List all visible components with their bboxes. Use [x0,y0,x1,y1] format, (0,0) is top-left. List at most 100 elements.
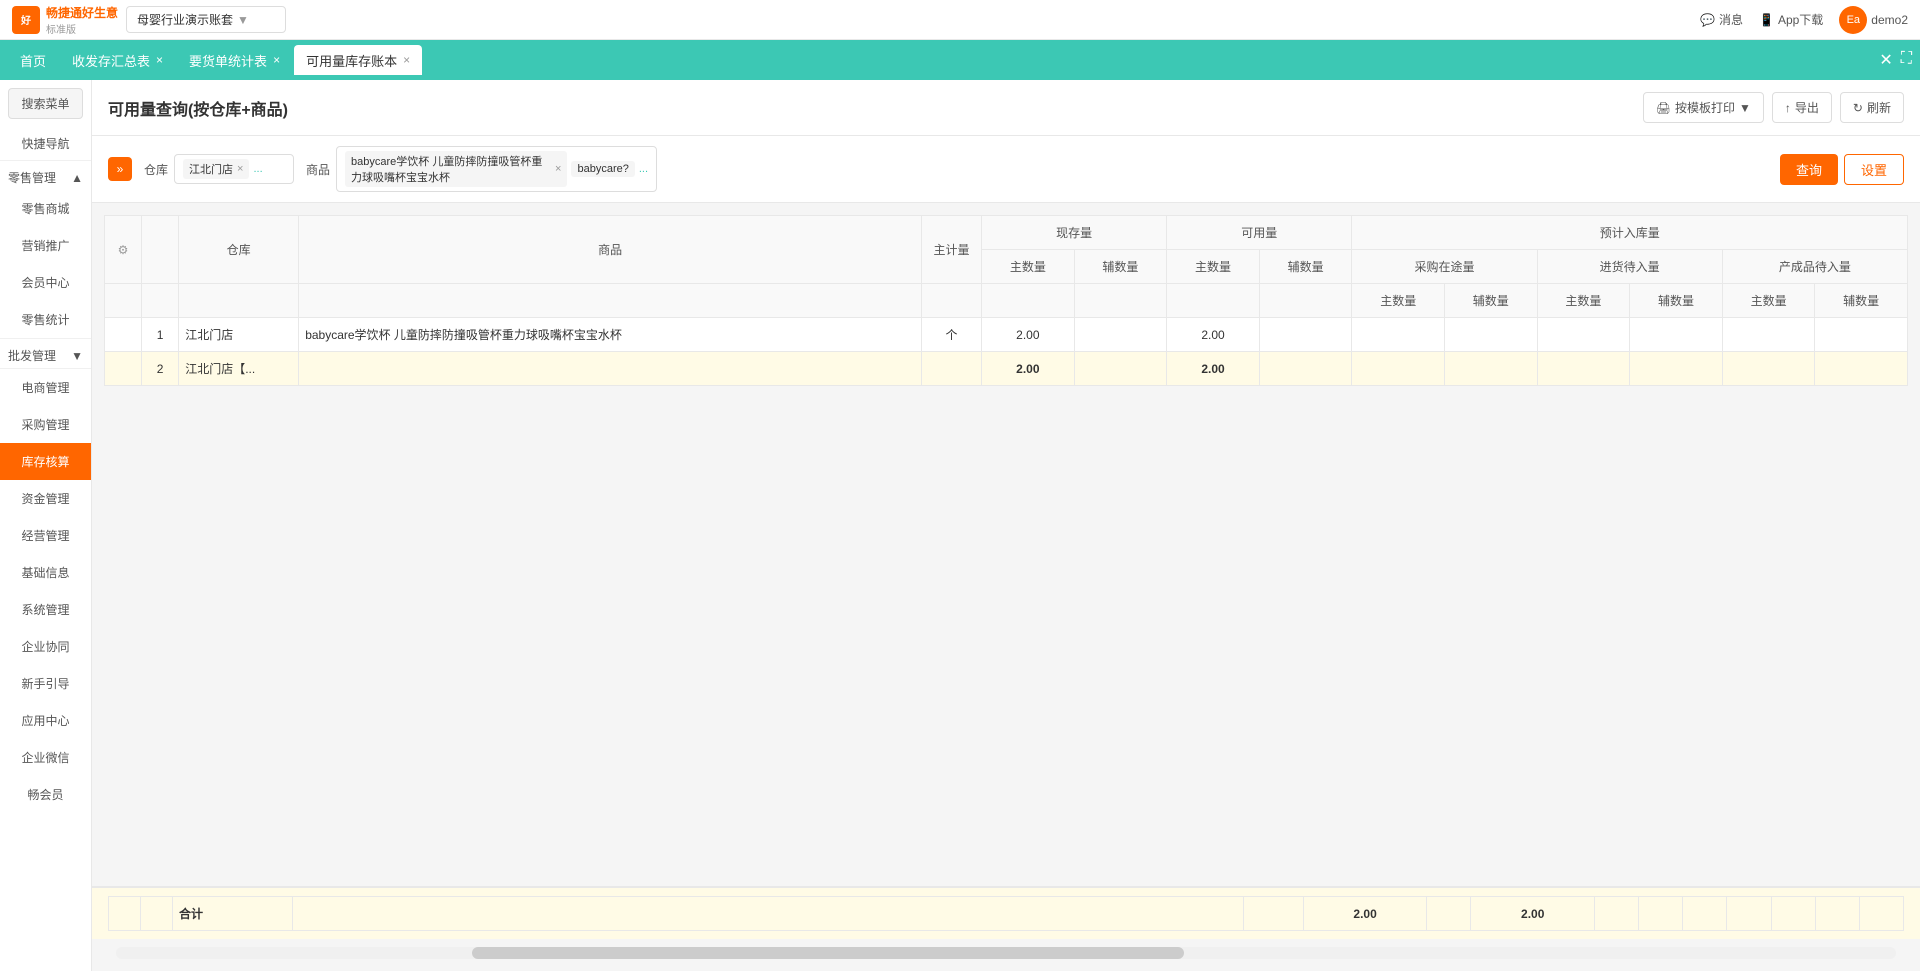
th-available-aux-qty: 辅数量 [1259,250,1352,284]
print-icon: 🖨 [1656,101,1671,115]
sidebar-item-app-center[interactable]: 应用中心 [0,702,91,739]
sidebar-item-retail-stats[interactable]: 零售统计 [0,301,91,338]
product-tags-container[interactable]: babycare学饮杯 儿童防摔防撞吸管杯重力球吸嘴杯宝宝水杯 × babyca… [336,146,657,192]
td-rowno-2: 2 [142,352,179,386]
th-sub-pur-aux: 辅数量 [1445,284,1538,318]
td-fin-main-1 [1722,318,1815,352]
tab-close-order-stats[interactable]: × [273,53,280,67]
sidebar-item-ecommerce[interactable]: 电商管理 [0,369,91,406]
tab-close-available-stock[interactable]: × [403,53,410,67]
sidebar-item-member[interactable]: 畅会员 [0,776,91,813]
tab-available-stock[interactable]: 可用量库存账本 × [294,45,422,75]
page-actions: 🖨 按模板打印 ▼ ↑ 导出 ↻ 刷新 [1643,92,1904,123]
td-warehouse-1: 江北门店 [179,318,299,352]
sidebar-item-inventory-check[interactable]: 库存核算 [0,443,91,480]
data-table: ⚙ 仓库 商品 主计量 现存量 可用量 预计入库量 主数量 辅数量 主数量 [104,215,1908,386]
print-btn[interactable]: 🖨 按模板打印 ▼ [1643,92,1764,123]
chevron-down-icon: ▼ [237,13,249,27]
th-sub-rowno [142,284,179,318]
main-layout: 搜索菜单 快捷导航 零售管理 ▲ 零售商城 营销推广 会员中心 零售统计 批发管… [0,80,1920,971]
warehouse-more[interactable]: ... [253,163,262,175]
td-cur-aux-1 [1074,318,1167,352]
sidebar-item-operations[interactable]: 经营管理 [0,517,91,554]
product-more[interactable]: ... [639,163,648,175]
td-cur-main-2: 2.00 [982,352,1075,386]
sidebar-item-enterprise-collab[interactable]: 企业协同 [0,628,91,665]
th-planned-inbound: 预计入库量 [1352,216,1908,250]
sidebar-item-system-mgmt[interactable]: 系统管理 [0,591,91,628]
tab-order-stats[interactable]: 要货单统计表 × [177,45,292,75]
th-sub-pur-main: 主数量 [1352,284,1445,318]
refresh-btn[interactable]: ↻ 刷新 [1840,92,1904,123]
tab-receive-send[interactable]: 收发存汇总表 × [60,45,175,75]
enterprise-selector[interactable]: 母婴行业演示账套 ▼ [126,6,286,33]
maximize-window-btn[interactable]: ⛶ [1901,50,1912,70]
td-avail-main-1: 2.00 [1167,318,1260,352]
horizontal-scrollbar[interactable] [116,947,1896,959]
table-footer: 合计 2.00 2.00 [92,886,1920,939]
chevron-down-icon-print: ▼ [1739,101,1751,115]
sidebar-quick-nav[interactable]: 快捷导航 [0,127,91,161]
user-profile[interactable]: Ea demo2 [1839,6,1908,34]
filter-area: » 仓库 江北门店 × ... 商品 babycare学饮杯 儿童防摔防撞吸管杯… [92,136,1920,203]
th-finished-pending: 产成品待入量 [1722,250,1907,284]
th-sub-settings [105,284,142,318]
th-sub-avail-aux [1259,284,1352,318]
td-pur-aux-2 [1445,352,1538,386]
sidebar-item-retail-store[interactable]: 零售商城 [0,190,91,227]
total-row: 合计 2.00 2.00 [109,897,1904,931]
query-button[interactable]: 查询 [1780,154,1838,185]
td-fin-aux-1 [1815,318,1908,352]
sidebar-item-enterprise-wechat[interactable]: 企业微信 [0,739,91,776]
td-pur-main-2 [1352,352,1445,386]
total-available-main: 2.00 [1471,897,1594,931]
td-inc-aux-2 [1630,352,1723,386]
sidebar-item-purchase[interactable]: 采购管理 [0,406,91,443]
warehouse-tags-container[interactable]: 江北门店 × ... [174,154,294,184]
table-settings-icon[interactable]: ⚙ [111,238,135,262]
message-btn[interactable]: 💬 消息 [1700,11,1743,28]
top-bar-left: 好 畅捷通好生意 标准版 母婴行业演示账套 ▼ [12,4,286,36]
product-tag-babycare2: babycare? [571,161,634,177]
td-product-1: babycare学饮杯 儿童防摔防撞吸管杯重力球吸嘴杯宝宝水杯 [299,318,922,352]
logo-text: 畅捷通好生意 标准版 [46,4,118,36]
horizontal-scrollbar-area [92,939,1920,971]
td-warehouse-2: 江北门店【... [179,352,299,386]
th-current-stock: 现存量 [982,216,1167,250]
filter-expand-btn[interactable]: » [108,157,132,181]
message-icon: 💬 [1700,13,1715,27]
sidebar-item-finance[interactable]: 资金管理 [0,480,91,517]
sidebar-item-member-center[interactable]: 会员中心 [0,264,91,301]
sidebar-item-wholesale-mgmt[interactable]: 批发管理 ▼ [0,339,91,368]
tab-home[interactable]: 首页 [8,45,58,75]
sidebar-item-basic-info[interactable]: 基础信息 [0,554,91,591]
app-download-btn[interactable]: 📱 App下载 [1759,11,1823,28]
sidebar-item-retail-mgmt[interactable]: 零售管理 ▲ [0,161,91,190]
export-btn[interactable]: ↑ 导出 [1772,92,1832,123]
td-fin-aux-2 [1815,352,1908,386]
search-menu-btn[interactable]: 搜索菜单 [8,88,83,119]
sidebar-group-retail: 零售管理 ▲ 零售商城 营销推广 会员中心 零售统计 [0,161,91,339]
export-icon: ↑ [1785,101,1791,115]
chevron-icon: ▲ [71,171,83,185]
nav-tabs: 首页 收发存汇总表 × 要货单统计表 × 可用量库存账本 × ✕ ⛶ [0,40,1920,80]
td-avail-aux-1 [1259,318,1352,352]
setting-button[interactable]: 设置 [1844,154,1904,185]
th-incoming-pending: 进货待入量 [1537,250,1722,284]
close-window-btn[interactable]: ✕ [1879,50,1892,70]
scrollbar-thumb[interactable] [472,947,1184,959]
th-product: 商品 [299,216,922,284]
td-inc-main-1 [1537,318,1630,352]
sidebar-item-new-guide[interactable]: 新手引导 [0,665,91,702]
warehouse-tag-close[interactable]: × [237,163,243,175]
td-inc-aux-1 [1630,318,1723,352]
tab-close-receive-send[interactable]: × [156,53,163,67]
product-tag-close[interactable]: × [555,163,561,175]
sidebar-item-marketing[interactable]: 营销推广 [0,227,91,264]
th-available: 可用量 [1167,216,1352,250]
warehouse-tag-jiangbei: 江北门店 × [183,159,249,179]
product-tag-babycare: babycare学饮杯 儿童防摔防撞吸管杯重力球吸嘴杯宝宝水杯 × [345,151,567,187]
td-avail-main-2: 2.00 [1167,352,1260,386]
td-rowno-1: 1 [142,318,179,352]
logo-icon: 好 [12,6,40,34]
